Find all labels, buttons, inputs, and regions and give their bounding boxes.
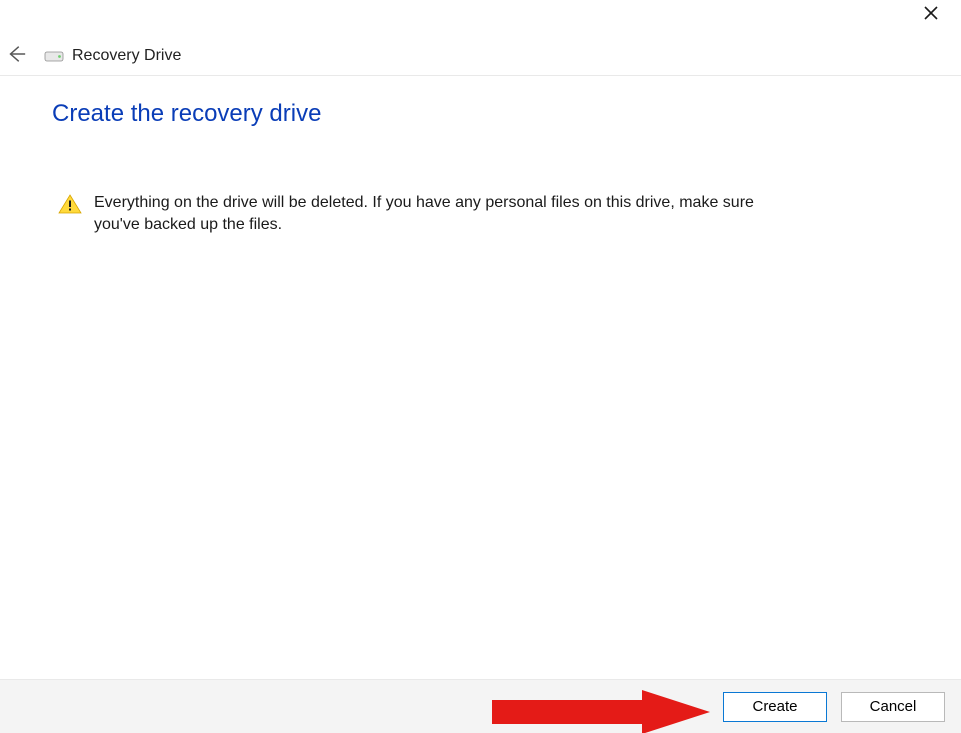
close-icon: [924, 6, 938, 24]
wizard-footer: Create Cancel: [0, 679, 961, 733]
warning-icon: [58, 194, 82, 214]
drive-icon: [44, 49, 64, 63]
close-button[interactable]: [915, 2, 947, 28]
cancel-button[interactable]: Cancel: [841, 692, 945, 722]
warning-text: Everything on the drive will be deleted.…: [94, 192, 794, 237]
window-title: Recovery Drive: [72, 47, 181, 65]
back-arrow-icon: [5, 43, 27, 69]
wizard-header: Recovery Drive: [0, 36, 961, 76]
wizard-content: Create the recovery drive Everything on …: [48, 100, 901, 237]
warning-row: Everything on the drive will be deleted.…: [58, 192, 818, 237]
create-button[interactable]: Create: [723, 692, 827, 722]
back-button[interactable]: [2, 42, 30, 70]
page-heading: Create the recovery drive: [52, 100, 901, 128]
